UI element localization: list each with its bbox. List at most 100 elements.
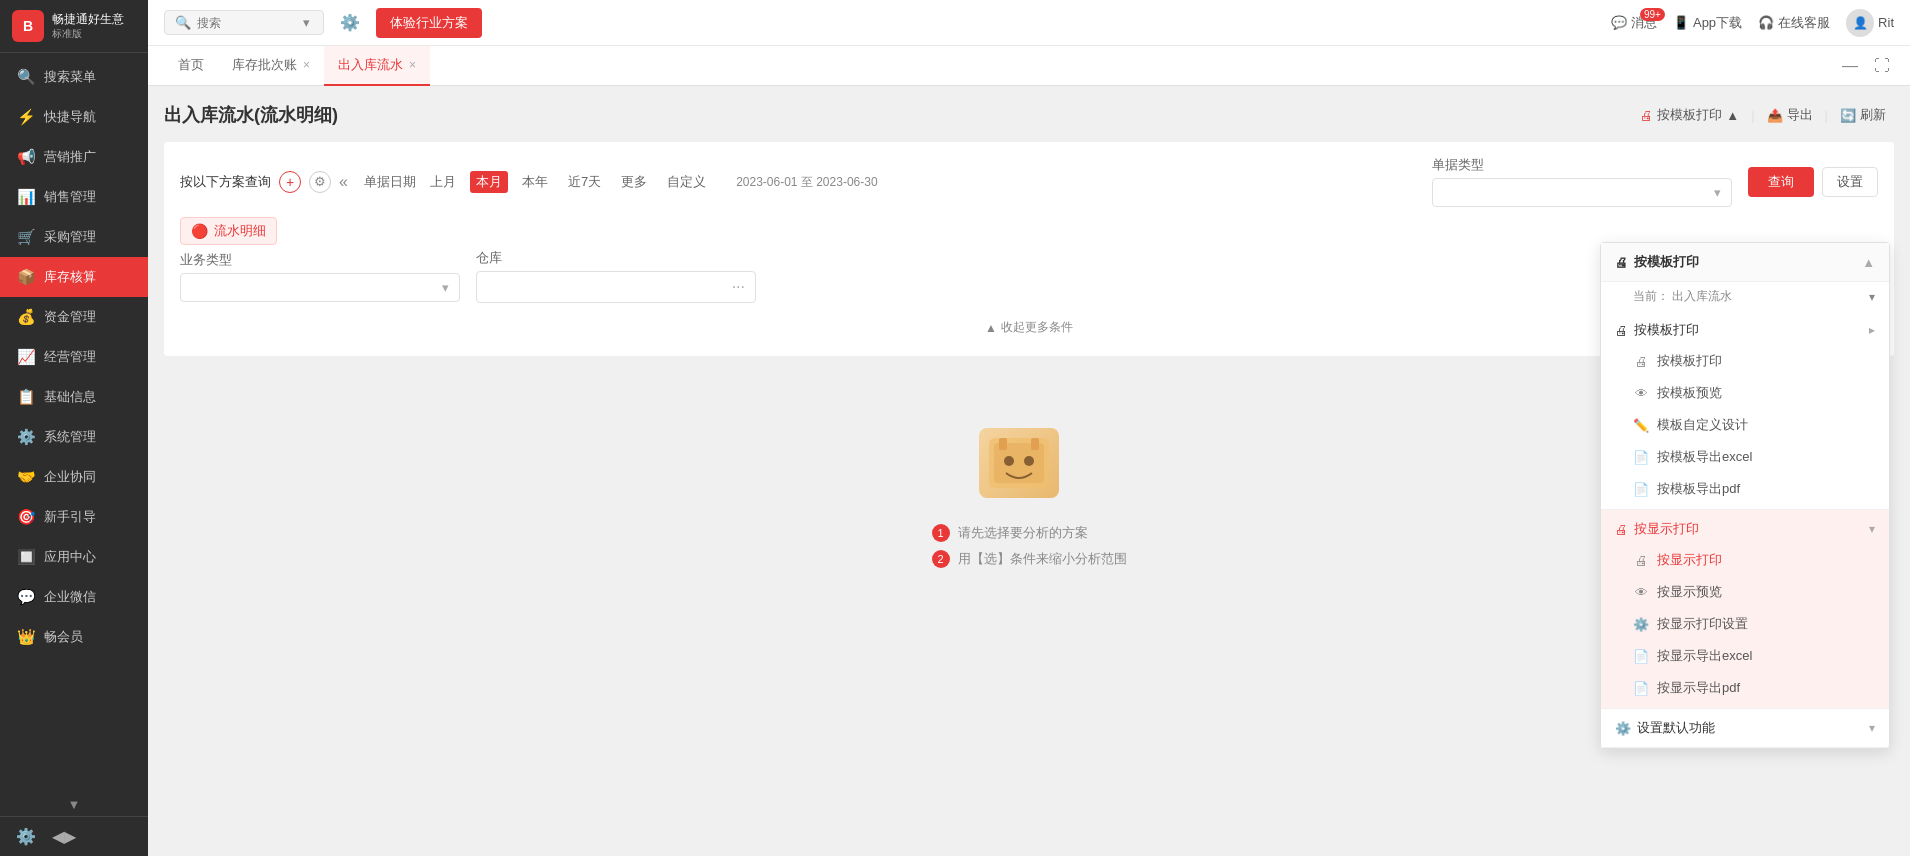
dropdown-collapse-arrow[interactable]: ▲: [1862, 255, 1875, 270]
sidebar-item-operations[interactable]: 📈 经营管理: [0, 337, 148, 377]
dropdown-header: 🖨 按模板打印 ▲: [1601, 243, 1889, 282]
display-print-section: 🖨 按显示打印 ▾ 🖨 按显示打印 👁 按显: [1601, 510, 1889, 709]
sidebar-item-sales[interactable]: 📊 销售管理: [0, 177, 148, 217]
sidebar-item-marketing[interactable]: 📢 营销推广: [0, 137, 148, 177]
sidebar-item-finance[interactable]: 💰 资金管理: [0, 297, 148, 337]
default-section-header[interactable]: ⚙️ 设置默认功能 ▾: [1601, 713, 1889, 743]
template-excel-item[interactable]: 📄 按模板导出excel: [1601, 441, 1889, 473]
sales-icon: 📊: [16, 187, 36, 207]
sidebar-item-label-inventory: 库存核算: [44, 268, 96, 286]
sidebar-item-quick-nav[interactable]: ⚡ 快捷导航: [0, 97, 148, 137]
topbar-search-box[interactable]: 🔍 ▾: [164, 10, 324, 35]
sidebar-item-guide[interactable]: 🎯 新手引导: [0, 497, 148, 537]
topbar-gear-icon[interactable]: ⚙️: [340, 13, 360, 32]
maximize-tab-btn[interactable]: ⛶: [1870, 53, 1894, 79]
trial-industry-button[interactable]: 体验行业方案: [376, 8, 482, 38]
filter-collapse-button[interactable]: «: [339, 173, 348, 191]
sidebar-scroll-down[interactable]: ▼: [0, 793, 148, 816]
date-shortcut-this-month[interactable]: 本月: [470, 171, 508, 193]
display-settings-label: 按显示打印设置: [1657, 615, 1748, 633]
search-dropdown-btn[interactable]: ▾: [303, 15, 310, 30]
template-excel-label: 按模板导出excel: [1657, 448, 1752, 466]
template-print-item[interactable]: 🖨 按模板打印: [1601, 345, 1889, 377]
sidebar-logo: B 畅捷通好生意 标准版: [0, 0, 148, 53]
display-settings-item[interactable]: ⚙️ 按显示打印设置: [1601, 608, 1889, 640]
business-type-select[interactable]: ▾: [180, 273, 460, 302]
empty-icon: [979, 428, 1079, 508]
display-pdf-label: 按显示导出pdf: [1657, 679, 1740, 697]
topbar-right: 💬 消息 99+ 📱 App下载 🎧 在线客服 👤 Rit: [1611, 9, 1894, 37]
search-input[interactable]: [197, 16, 297, 30]
app-logo-icon: B: [12, 10, 44, 42]
filter-label-text: 按以下方案查询: [180, 173, 271, 191]
sidebar-nav: 🔍 搜索菜单 ⚡ 快捷导航 📢 营销推广 📊 销售管理 🛒 采购管理 📦 库存核…: [0, 53, 148, 793]
print-template-button[interactable]: 🖨 按模板打印 ▲: [1632, 102, 1747, 128]
messages-button[interactable]: 💬 消息 99+: [1611, 14, 1657, 32]
setting-button[interactable]: 设置: [1822, 167, 1878, 197]
tab-home[interactable]: 首页: [164, 46, 218, 86]
filter-add-button[interactable]: +: [279, 171, 301, 193]
default-function-section: ⚙️ 设置默认功能 ▾: [1601, 709, 1889, 748]
sidebar-item-system[interactable]: ⚙️ 系统管理: [0, 417, 148, 457]
doc-type-select[interactable]: ▾: [1432, 178, 1732, 207]
sidebar-item-search[interactable]: 🔍 搜索菜单: [0, 57, 148, 97]
collapse-conditions-button[interactable]: ▲ 收起更多条件: [985, 319, 1073, 336]
display-section-title: 🖨 按显示打印: [1615, 520, 1699, 538]
export-button[interactable]: 📤 导出: [1759, 102, 1821, 128]
date-shortcut-this-year[interactable]: 本年: [516, 171, 554, 193]
guide-icon: 🎯: [16, 507, 36, 527]
tip-num-1: 1: [932, 524, 950, 542]
collapse-sidebar-icon[interactable]: ◀▶: [52, 827, 76, 846]
display-preview-icon: 👁: [1633, 584, 1649, 600]
date-shortcut-custom[interactable]: 自定义: [661, 171, 712, 193]
empty-icon-box: [979, 428, 1059, 498]
tab-flow-close[interactable]: ×: [409, 58, 416, 72]
online-service-button[interactable]: 🎧 在线客服: [1758, 14, 1830, 32]
minimize-tab-btn[interactable]: —: [1838, 53, 1862, 79]
empty-tip-2: 2 用【选】条件来缩小分析范围: [932, 550, 1127, 568]
refresh-button[interactable]: 🔄 刷新: [1832, 102, 1894, 128]
template-print-icon: 🖨: [1633, 353, 1649, 369]
display-section-label: 按显示打印: [1634, 520, 1699, 538]
query-button[interactable]: 查询: [1748, 167, 1814, 197]
sidebar-item-collab[interactable]: 🤝 企业协同: [0, 457, 148, 497]
display-pdf-item[interactable]: 📄 按显示导出pdf: [1601, 672, 1889, 704]
sidebar-bottom: ⚙️ ◀▶: [0, 816, 148, 856]
display-preview-item[interactable]: 👁 按显示预览: [1601, 576, 1889, 608]
date-shortcut-more[interactable]: 更多: [615, 171, 653, 193]
sidebar-item-purchase[interactable]: 🛒 采购管理: [0, 217, 148, 257]
tabs-bar: 首页 库存批次账 × 出入库流水 × — ⛶: [148, 46, 1910, 86]
sidebar-item-inventory[interactable]: 📦 库存核算: [0, 257, 148, 297]
warehouse-select[interactable]: ···: [476, 271, 756, 303]
sidebar-item-label-sales: 销售管理: [44, 188, 96, 206]
sidebar-item-appcenter[interactable]: 🔲 应用中心: [0, 537, 148, 577]
template-section-header[interactable]: 🖨 按模板打印 ▸: [1601, 315, 1889, 345]
print-dropdown-arrow[interactable]: ▲: [1726, 108, 1739, 123]
page-title: 出入库流水(流水明细): [164, 103, 338, 127]
template-custom-label: 模板自定义设计: [1657, 416, 1748, 434]
tab-batch[interactable]: 库存批次账 ×: [218, 46, 324, 86]
template-preview-item[interactable]: 👁 按模板预览: [1601, 377, 1889, 409]
warehouse-more[interactable]: ···: [732, 278, 745, 296]
tab-flow[interactable]: 出入库流水 ×: [324, 46, 430, 86]
sidebar-item-member[interactable]: 👑 畅会员: [0, 617, 148, 657]
settings-icon[interactable]: ⚙️: [16, 827, 36, 846]
display-section-header[interactable]: 🖨 按显示打印 ▾: [1601, 514, 1889, 544]
sidebar-item-basic[interactable]: 📋 基础信息: [0, 377, 148, 417]
template-pdf-item[interactable]: 📄 按模板导出pdf: [1601, 473, 1889, 505]
template-section-label: 按模板打印: [1634, 321, 1699, 339]
tab-batch-close[interactable]: ×: [303, 58, 310, 72]
app-download-button[interactable]: 📱 App下载: [1673, 14, 1742, 32]
display-excel-item[interactable]: 📄 按显示导出excel: [1601, 640, 1889, 672]
template-custom-icon: ✏️: [1633, 417, 1649, 433]
date-shortcut-7days[interactable]: 近7天: [562, 171, 607, 193]
template-custom-item[interactable]: ✏️ 模板自定义设计: [1601, 409, 1889, 441]
display-print-item[interactable]: 🖨 按显示打印: [1601, 544, 1889, 576]
date-shortcut-last-month[interactable]: 上月: [424, 171, 462, 193]
template-section-icon: 🖨: [1615, 323, 1628, 338]
tip-text-2: 用【选】条件来缩小分析范围: [958, 550, 1127, 568]
filter-settings-button[interactable]: ⚙: [309, 171, 331, 193]
sidebar-item-label-purchase: 采购管理: [44, 228, 96, 246]
user-avatar-area[interactable]: 👤 Rit: [1846, 9, 1894, 37]
sidebar-item-wechat[interactable]: 💬 企业微信: [0, 577, 148, 617]
